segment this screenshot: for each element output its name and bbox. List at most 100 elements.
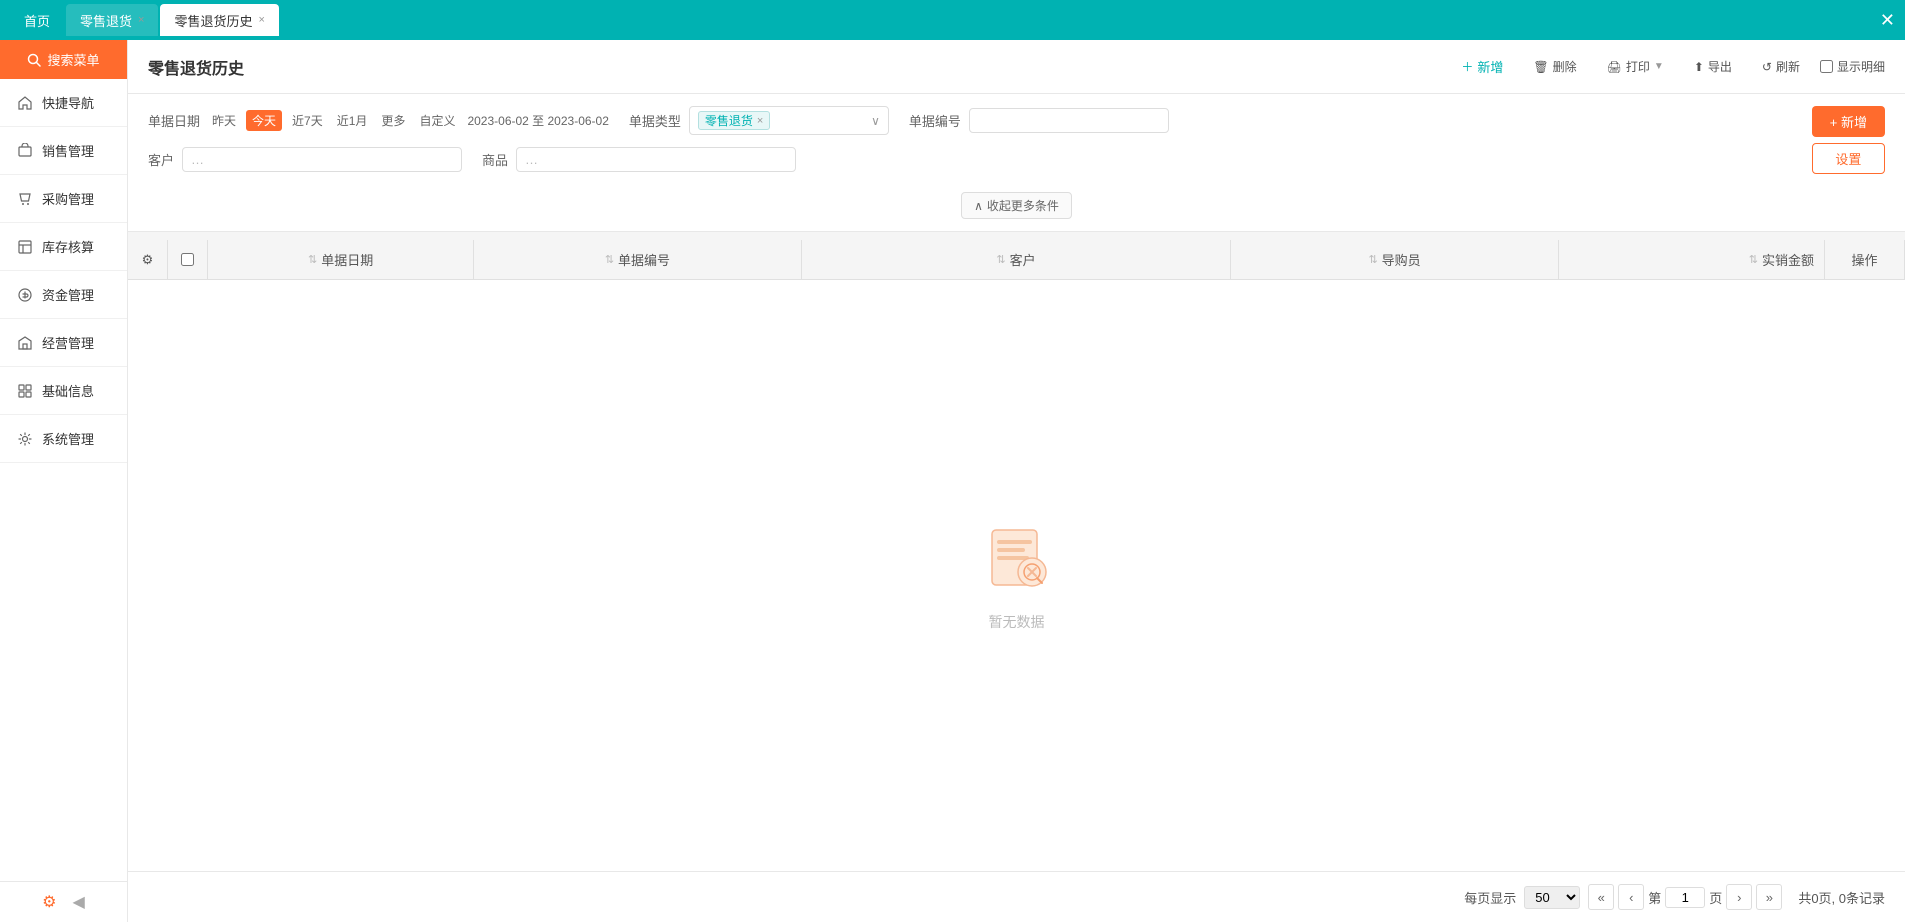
inventory-icon <box>16 238 34 256</box>
empty-state: 暂无数据 <box>128 280 1905 871</box>
sidebar-item-inventory-label: 库存核算 <box>42 237 94 256</box>
pagination: 每页显示 50 20 100 « ‹ 第 页 › » 共0页, 0条记录 <box>128 871 1905 922</box>
tab-retail-return-history-label: 零售退货历史 <box>174 11 252 30</box>
sidebar-search-label: 搜索菜单 <box>47 50 99 69</box>
page-input[interactable] <box>1665 887 1705 908</box>
sidebar: 搜索菜单 快捷导航 销售管理 采购管理 <box>0 40 128 922</box>
page-title: 零售退货历史 <box>148 55 244 79</box>
th-customer: ⇅ 客户 <box>802 240 1232 279</box>
top-bar: 首页 零售退货 × 零售退货历史 × ✕ <box>0 0 1905 40</box>
search-icon <box>27 53 41 67</box>
basic-icon <box>16 382 34 400</box>
show-detail-checkbox[interactable]: 显示明细 <box>1820 58 1885 75</box>
query-button[interactable]: + 新增 <box>1812 106 1885 137</box>
filter-actions: + 新增 设置 <box>1812 106 1885 174</box>
system-icon <box>16 430 34 448</box>
print-button[interactable]: 🖨 打印 ▼ <box>1597 53 1674 80</box>
filter-area: 单据日期 昨天 今天 近7天 近1月 更多 自定义 2023-06-02 至 2… <box>128 94 1905 232</box>
sidebar-item-system-label: 系统管理 <box>42 429 94 448</box>
collapse-sidebar-icon[interactable]: ◀ <box>73 892 85 912</box>
total-info: 共0页, 0条记录 <box>1798 888 1885 907</box>
tab-retail-return[interactable]: 零售退货 × <box>66 4 158 36</box>
export-button[interactable]: ⬆ 导出 <box>1684 53 1742 80</box>
delete-button[interactable]: 🗑 删除 <box>1523 53 1586 80</box>
empty-text: 暂无数据 <box>989 612 1045 632</box>
sidebar-item-inventory[interactable]: 库存核算 <box>0 223 127 271</box>
customer-filter: 客户 <box>148 147 462 172</box>
per-page-select[interactable]: 50 20 100 <box>1524 886 1580 909</box>
empty-illustration <box>977 520 1057 600</box>
sort-customer-icon[interactable]: ⇅ <box>996 253 1005 266</box>
sort-amount-icon[interactable]: ⇅ <box>1749 253 1758 266</box>
tab-retail-return-label: 零售退货 <box>80 11 132 30</box>
refresh-icon: ↺ <box>1762 60 1772 74</box>
collapse-icon: ∧ <box>974 199 983 213</box>
th-checkbox[interactable] <box>168 240 208 279</box>
shortcut-custom[interactable]: 自定义 <box>415 110 459 131</box>
customer-input[interactable] <box>182 147 462 172</box>
sales-icon <box>16 142 34 160</box>
sort-guide-icon[interactable]: ⇅ <box>1368 253 1377 266</box>
sidebar-item-finance[interactable]: 资金管理 <box>0 271 127 319</box>
shortcut-7days[interactable]: 近7天 <box>288 110 327 131</box>
filter-settings-button[interactable]: 设置 <box>1812 143 1885 174</box>
new-icon: ＋ <box>1461 58 1473 75</box>
settings-icon[interactable]: ⚙ <box>42 892 56 912</box>
print-icon: 🖨 <box>1607 60 1622 74</box>
doc-no-input[interactable] <box>969 108 1169 133</box>
th-settings[interactable]: ⚙ <box>128 240 168 279</box>
collapse-filter-button[interactable]: ∧ 收起更多条件 <box>961 192 1072 219</box>
doc-type-label: 单据类型 <box>629 111 681 130</box>
th-docno: ⇅ 单据编号 <box>474 240 801 279</box>
table-area: ⚙ ⇅ 单据日期 ⇅ 单据编号 ⇅ 客户 ⇅ <box>128 240 1905 871</box>
doc-type-select[interactable]: 零售退货 × ∨ <box>689 106 889 135</box>
finance-icon <box>16 286 34 304</box>
new-button[interactable]: ＋ 新增 <box>1451 52 1513 81</box>
page-last-button[interactable]: » <box>1756 884 1782 910</box>
page-first-button[interactable]: « <box>1588 884 1614 910</box>
page-unit: 页 <box>1709 888 1722 907</box>
th-amount: ⇅ 实销金额 <box>1559 240 1825 279</box>
shortcut-1month[interactable]: 近1月 <box>333 110 372 131</box>
window-close-button[interactable]: ✕ <box>1880 10 1895 31</box>
tab-retail-return-history[interactable]: 零售退货历史 × <box>160 4 278 36</box>
date-shortcuts: 昨天 今天 近7天 近1月 更多 自定义 <box>208 110 459 131</box>
purchase-icon <box>16 190 34 208</box>
doc-type-tag: 零售退货 × <box>698 111 770 130</box>
goods-filter: 商品 <box>482 147 796 172</box>
show-detail-input[interactable] <box>1820 60 1833 73</box>
home-icon <box>16 94 34 112</box>
sidebar-item-purchase-label: 采购管理 <box>42 189 94 208</box>
tab-retail-return-history-close[interactable]: × <box>258 14 264 26</box>
refresh-button[interactable]: ↺ 刷新 <box>1752 53 1810 80</box>
goods-input[interactable] <box>516 147 796 172</box>
customer-label: 客户 <box>148 150 174 169</box>
th-guide: ⇅ 导购员 <box>1231 240 1558 279</box>
page-next-button[interactable]: › <box>1726 884 1752 910</box>
sidebar-item-system-mgmt[interactable]: 系统管理 <box>0 415 127 463</box>
sort-docno-icon[interactable]: ⇅ <box>605 253 614 266</box>
page-prev-button[interactable]: ‹ <box>1618 884 1644 910</box>
sidebar-item-sales-mgmt[interactable]: 销售管理 <box>0 127 127 175</box>
sidebar-item-operations[interactable]: 经营管理 <box>0 319 127 367</box>
sidebar-item-purchase-mgmt[interactable]: 采购管理 <box>0 175 127 223</box>
shortcut-today[interactable]: 今天 <box>246 110 282 131</box>
main-layout: 搜索菜单 快捷导航 销售管理 采购管理 <box>0 40 1905 922</box>
sidebar-item-basic-info[interactable]: 基础信息 <box>0 367 127 415</box>
date-label: 单据日期 <box>148 111 200 130</box>
shortcut-yesterday[interactable]: 昨天 <box>208 110 240 131</box>
doc-type-filter: 单据类型 零售退货 × ∨ <box>629 106 889 135</box>
sidebar-item-quick-nav[interactable]: 快捷导航 <box>0 79 127 127</box>
sort-date-icon[interactable]: ⇅ <box>308 253 317 266</box>
sidebar-item-quick-nav-label: 快捷导航 <box>42 93 94 112</box>
tab-retail-return-close[interactable]: × <box>138 14 144 26</box>
sidebar-items: 快捷导航 销售管理 采购管理 库存核算 <box>0 79 127 881</box>
doc-type-tag-close[interactable]: × <box>757 115 763 127</box>
sidebar-search[interactable]: 搜索菜单 <box>0 40 127 79</box>
sidebar-item-basic-label: 基础信息 <box>42 381 94 400</box>
select-all-checkbox[interactable] <box>181 253 194 266</box>
tab-list: 首页 零售退货 × 零售退货历史 × <box>10 4 1880 36</box>
shortcut-more[interactable]: 更多 <box>377 110 409 131</box>
tab-home[interactable]: 首页 <box>10 4 64 36</box>
pagination-nav: « ‹ 第 页 › » <box>1588 884 1782 910</box>
